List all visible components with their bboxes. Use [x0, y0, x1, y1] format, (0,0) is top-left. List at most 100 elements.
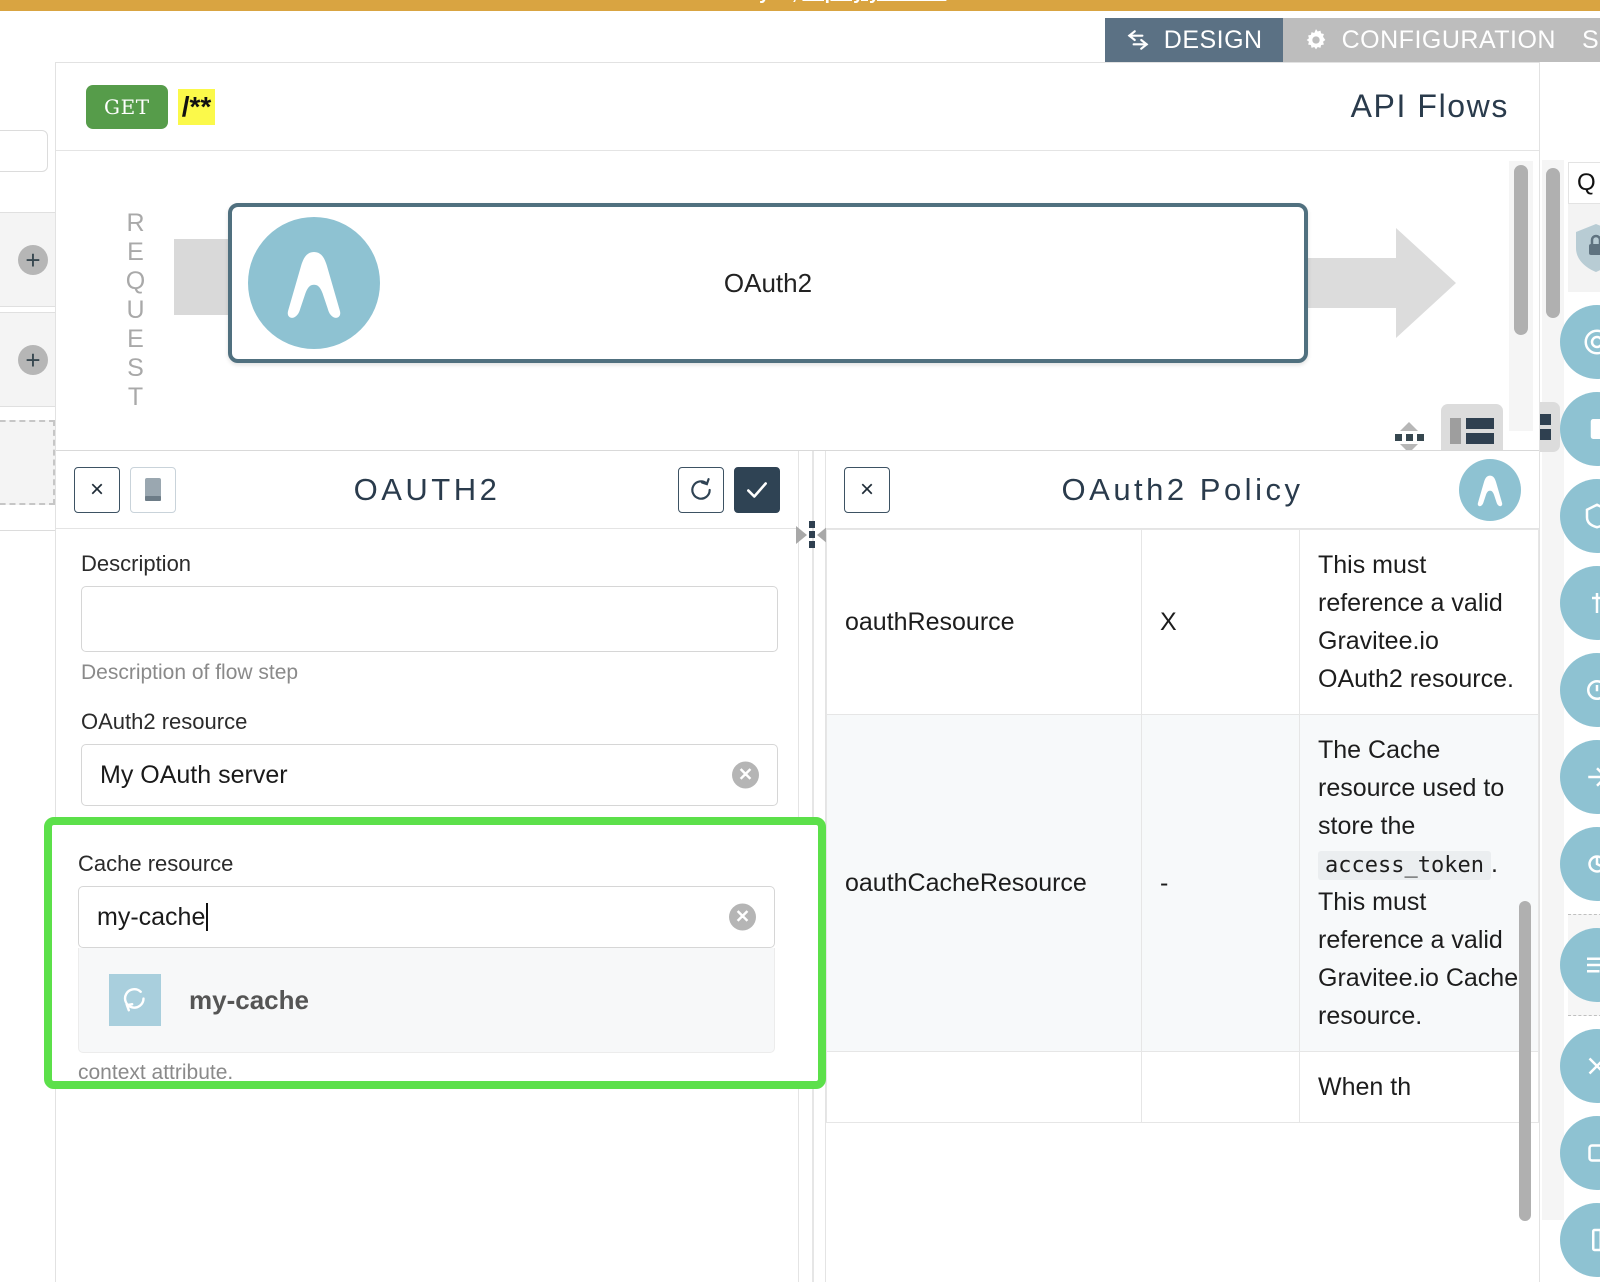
palette-layout-toggle[interactable]: [1540, 402, 1560, 452]
canvas-resize-handle[interactable]: [1379, 420, 1439, 450]
tab-overflow-label: S: [1582, 25, 1599, 54]
left-edge-add-row-1[interactable]: +: [0, 212, 55, 307]
cache-resource-value: my-cache: [97, 902, 206, 931]
palette-policy-icon[interactable]: [1560, 1116, 1600, 1190]
palette-policy-icon[interactable]: [1560, 566, 1600, 640]
doc-param-name: oauthResource: [826, 529, 1142, 715]
gear-icon: [1303, 27, 1329, 53]
palette-policy-icon[interactable]: [1560, 305, 1600, 379]
policy-doc-header: × OAuth2 Policy: [826, 451, 1539, 529]
table-row: oauthCacheResource - The Cache resource …: [826, 714, 1539, 1052]
policy-doc-table: oauthResource X This must reference a va…: [826, 529, 1539, 1123]
doc-param-required: X: [1141, 529, 1300, 715]
policy-doc-panel: × OAuth2 Policy oauthResource X This mus…: [826, 451, 1539, 1282]
oauth-resource-value: My OAuth server: [100, 760, 288, 789]
palette-policy-icon[interactable]: [1560, 653, 1600, 727]
shield-icon[interactable]: [1568, 204, 1600, 292]
tab-design-label: DESIGN: [1163, 25, 1263, 54]
palette-policy-icon[interactable]: [1560, 928, 1600, 1002]
left-edge-strip: + +: [0, 130, 55, 580]
clear-icon[interactable]: ✕: [732, 761, 759, 789]
layout-toggle-button[interactable]: [1441, 404, 1503, 450]
flow-step-oauth2[interactable]: OAuth2: [228, 203, 1308, 363]
close-icon[interactable]: ×: [844, 466, 890, 513]
policy-config-header: × OAUTH2: [56, 451, 798, 529]
policy-config-panel: × OAUTH2 Description Description of flow…: [44, 451, 826, 1282]
palette-policy-icon[interactable]: [1560, 740, 1600, 814]
doc-param-required: -: [1141, 714, 1300, 1052]
annotation-highlight-cache-resource: Cache resource my-cache ✕ my-cache conte…: [44, 817, 826, 1089]
palette-policy-icon[interactable]: [1560, 479, 1600, 553]
left-edge-add-row-2[interactable]: +: [0, 312, 55, 407]
gravitee-logo-icon: [1459, 458, 1521, 521]
tab-design[interactable]: DESIGN: [1104, 18, 1283, 62]
oauth-resource-input[interactable]: My OAuth server ✕: [81, 744, 778, 806]
close-label: ×: [89, 475, 104, 503]
api-design-card: GET /** API Flows REQUEST OAuth2 × OAUTH…: [44, 62, 1540, 1282]
autocomplete-option-label: my-cache: [189, 984, 309, 1015]
oauth-resource-label: OAuth2 resource: [81, 709, 248, 734]
tab-overflow[interactable]: S: [1576, 18, 1600, 62]
doc-param-description: When th: [1299, 1051, 1539, 1123]
flow-icon: [1125, 27, 1151, 53]
doc-panel-scrollbar[interactable]: [1519, 901, 1535, 1221]
palette-policy-icon[interactable]: [1560, 1029, 1600, 1103]
palette-policy-icon[interactable]: [1560, 392, 1600, 466]
grip-dots: [809, 521, 815, 548]
close-label: ×: [859, 475, 874, 503]
description-input[interactable]: [81, 586, 778, 652]
table-row: When th: [826, 1051, 1539, 1123]
http-method-badge: GET: [86, 84, 168, 129]
book-icon[interactable]: [130, 466, 176, 513]
autocomplete-option[interactable]: my-cache: [79, 974, 774, 1026]
page-title: API Flows: [1350, 88, 1509, 124]
panel-resize-grip[interactable]: [796, 521, 828, 548]
cache-resource-input[interactable]: my-cache ✕: [78, 886, 775, 948]
cache-refresh-icon: [109, 974, 161, 1026]
palette-search-chip[interactable]: Q: [1568, 162, 1600, 204]
palette-policy-icon[interactable]: [1560, 1203, 1600, 1277]
deploy-api-link[interactable]: deploy your API: [802, 0, 946, 4]
flow-canvas: REQUEST OAuth2: [56, 151, 1539, 451]
doc-param-name: [826, 1051, 1142, 1123]
doc-desc-pre: The Cache resource used to store the: [1318, 736, 1505, 840]
palette-items: Q: [1560, 150, 1600, 1282]
top-tabbar: DESIGN CONFIGURATION S: [1104, 18, 1600, 62]
tab-configuration[interactable]: CONFIGURATION: [1282, 18, 1576, 62]
text-caret: [206, 903, 209, 931]
left-edge-divider: [0, 530, 55, 531]
cache-resource-label: Cache resource: [78, 851, 234, 876]
palette-policy-icon[interactable]: [1560, 827, 1600, 901]
left-edge-dropzone[interactable]: [0, 420, 55, 505]
flow-canvas-scrollbar[interactable]: [1509, 161, 1533, 431]
palette-item-selected[interactable]: [1560, 914, 1600, 1016]
left-edge-search-box[interactable]: [0, 130, 48, 172]
description-hint: Description of flow step: [81, 661, 299, 684]
reset-icon[interactable]: [678, 466, 724, 513]
cache-resource-hint: context attribute.: [78, 1061, 234, 1084]
cache-resource-autocomplete: my-cache: [78, 948, 775, 1053]
doc-desc-code: access_token: [1318, 851, 1491, 880]
chevron-right-icon: [796, 525, 807, 544]
api-flow-header: GET /** API Flows: [56, 63, 1539, 151]
layout-icon: [1450, 418, 1461, 444]
description-label: Description: [81, 551, 192, 576]
policy-form: Description Description of flow step OAu…: [56, 529, 798, 839]
tab-configuration-label: CONFIGURATION: [1341, 25, 1556, 54]
api-sync-banner-text: API out of sync, deploy your API: [0, 0, 1600, 5]
table-row: oauthResource X This must reference a va…: [826, 529, 1539, 715]
banner-prefix: API out of sync,: [654, 0, 803, 4]
gravitee-logo-icon: [248, 217, 380, 349]
close-icon[interactable]: ×: [74, 466, 120, 513]
check-icon[interactable]: [734, 466, 780, 513]
doc-param-description: The Cache resource used to store the acc…: [1299, 714, 1539, 1052]
plus-icon[interactable]: +: [18, 344, 48, 375]
app-root: API out of sync, deploy your API DESIGN …: [0, 0, 1600, 1282]
doc-desc-text: This must reference a valid Gravitee.io …: [1318, 551, 1514, 693]
flow-arrow-icon: [1301, 223, 1461, 343]
chevron-down-icon: [1400, 443, 1418, 450]
chevron-up-icon: [1400, 421, 1418, 431]
clear-icon[interactable]: ✕: [729, 903, 756, 931]
plus-icon[interactable]: +: [18, 244, 48, 275]
request-phase-label: REQUEST: [125, 209, 147, 411]
